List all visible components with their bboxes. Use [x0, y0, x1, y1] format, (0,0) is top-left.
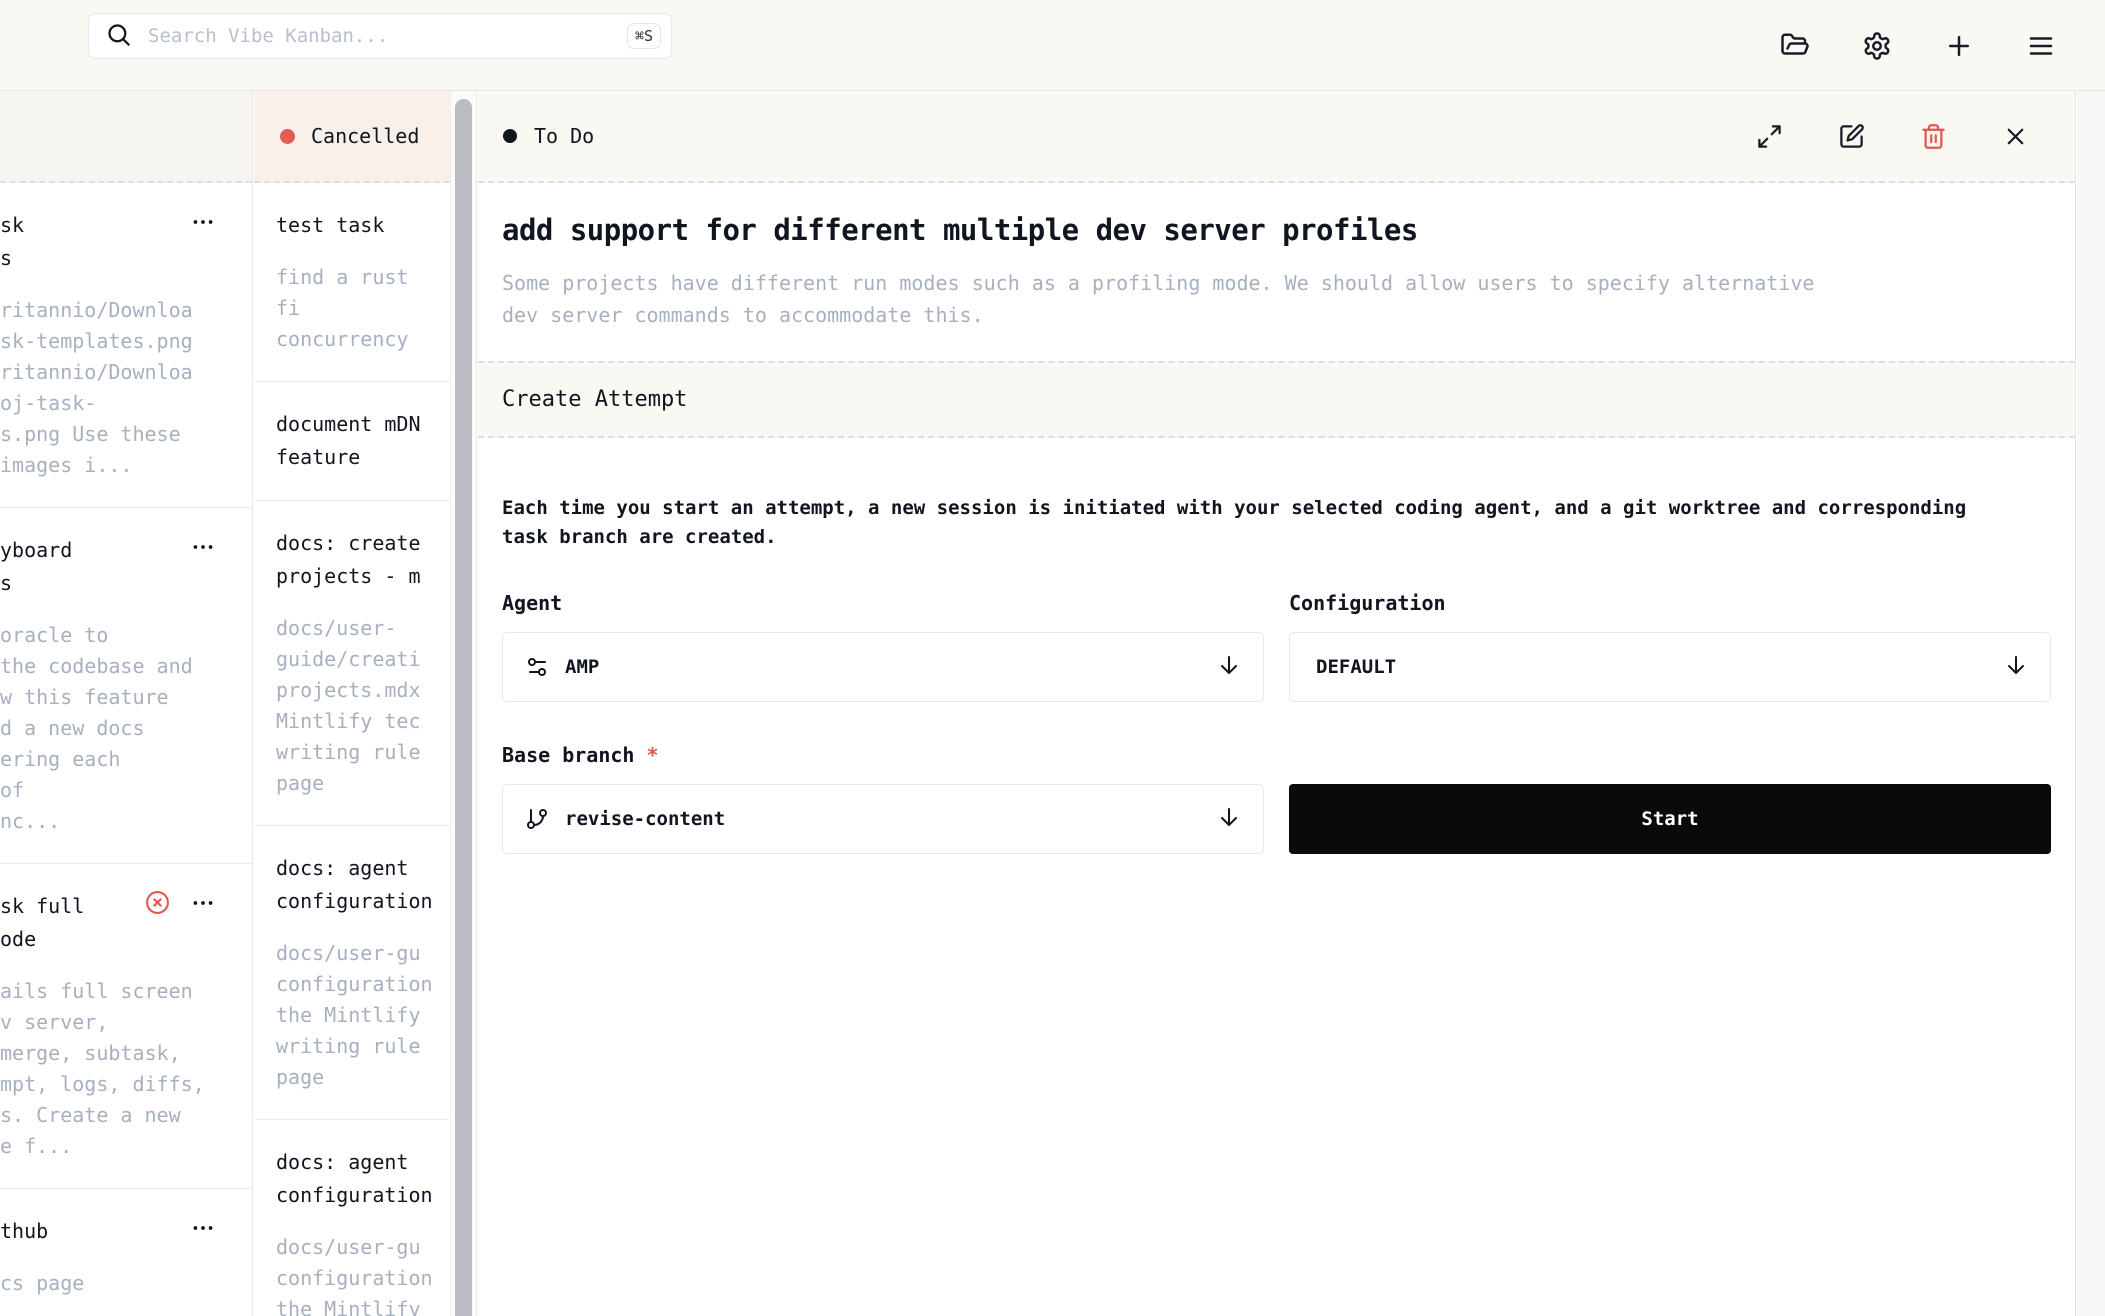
configuration-field: Configuration DEFAULT	[1289, 590, 2051, 702]
git-branch-icon	[527, 809, 547, 829]
edit-icon[interactable]	[1838, 123, 1865, 150]
task-detail-header: To Do	[478, 91, 2075, 183]
base-branch-field: Base branch * revise-content	[502, 742, 1264, 854]
task-card[interactable]: docs: create projects - m docs/user- gui…	[254, 501, 450, 826]
task-card[interactable]: sk s ritannio/Downloa sk-templates.png r…	[0, 183, 252, 508]
task-card-description: docs/user- guide/creati projects.mdx Min…	[276, 616, 421, 795]
task-description: Some projects have different run modes s…	[502, 271, 1815, 327]
cancelled-circle-x-icon	[145, 890, 170, 915]
more-options-icon[interactable]	[190, 890, 216, 916]
configuration-label: Configuration	[1289, 591, 1446, 615]
task-summary-section: add support for different multiple dev s…	[478, 183, 2075, 331]
required-asterisk: *	[646, 743, 659, 767]
search-icon	[105, 21, 132, 52]
more-options-icon[interactable]	[190, 534, 216, 560]
base-branch-select[interactable]: revise-content	[502, 784, 1264, 854]
configuration-select[interactable]: DEFAULT	[1289, 632, 2051, 702]
task-card-title: docs: agent configuration	[276, 1150, 433, 1207]
sliders-icon	[528, 658, 546, 676]
column-header-cancelled: Cancelled	[254, 91, 450, 183]
top-bar: ⌘S	[0, 0, 2105, 91]
base-branch-label: Base branch	[502, 743, 635, 767]
search-box[interactable]: ⌘S	[88, 13, 672, 59]
open-project-icon[interactable]	[1780, 31, 1810, 61]
more-options-icon[interactable]	[190, 1215, 216, 1241]
topbar-actions	[1780, 0, 2056, 91]
task-card[interactable]: test task find a rust fi concurrency	[254, 183, 450, 382]
column-scrollbar[interactable]	[450, 91, 477, 1316]
task-card-description: find a rust fi concurrency	[276, 265, 409, 351]
task-card-title: test task	[276, 213, 385, 237]
task-card[interactable]: document mDN feature	[254, 382, 450, 501]
chevron-down-icon	[2004, 653, 2028, 681]
delete-icon[interactable]	[1920, 123, 1947, 150]
task-status-label: To Do	[534, 124, 595, 148]
create-attempt-section: Each time you start an attempt, a new se…	[478, 438, 2075, 854]
cancelled-status-dot	[280, 128, 295, 144]
task-card-description: docs/user-gu configuration the Mintlify …	[276, 941, 433, 1089]
column-title: Cancelled	[311, 124, 420, 148]
chevron-down-icon	[1217, 805, 1241, 833]
task-card-description: ritannio/Downloa sk-templates.png ritann…	[0, 298, 193, 477]
kanban-column-cancelled: Cancelled test task find a rust fi concu…	[254, 91, 450, 1316]
app-window: ⌘S sk s ritannio/Downloa sk-templates	[0, 0, 2105, 1316]
task-card-description: cs page	[0, 1271, 85, 1295]
task-card-description: docs/user-gu configuration the Mintlify …	[276, 1235, 433, 1316]
task-title: add support for different multiple dev s…	[502, 213, 1418, 247]
scrollbar-thumb[interactable]	[455, 99, 472, 1316]
agent-value: AMP	[565, 656, 600, 678]
task-card[interactable]: docs: agent configuration docs/user-gu c…	[254, 1120, 450, 1316]
panel-right-gutter	[2077, 91, 2105, 1316]
create-attempt-heading: Create Attempt	[478, 361, 2075, 438]
kanban-column-left-clipped: sk s ritannio/Downloa sk-templates.png r…	[0, 91, 253, 1316]
menu-icon[interactable]	[2026, 31, 2056, 61]
add-icon[interactable]	[1944, 31, 1974, 61]
task-card-title: docs: agent configuration	[276, 856, 433, 913]
task-detail-actions	[1756, 123, 2029, 150]
settings-icon[interactable]	[1862, 31, 1892, 61]
task-card[interactable]: docs: agent configuration docs/user-gu c…	[254, 826, 450, 1120]
todo-status-dot	[503, 129, 517, 143]
agent-select[interactable]: AMP	[502, 632, 1264, 702]
search-shortcut-badge: ⌘S	[626, 23, 661, 49]
more-options-icon[interactable]	[190, 209, 216, 235]
start-button[interactable]: Start	[1289, 784, 2051, 854]
task-card-description: oracle to the codebase and w this featur…	[0, 623, 193, 833]
chevron-down-icon	[1217, 653, 1241, 681]
expand-icon[interactable]	[1756, 123, 1783, 150]
configuration-value: DEFAULT	[1316, 656, 1397, 678]
create-attempt-intro: Each time you start an attempt, a new se…	[502, 497, 1967, 548]
task-card-title: document mDN feature	[276, 412, 421, 469]
agent-field: Agent AMP	[502, 590, 1264, 702]
task-card-description: ails full screen v server, merge, subtas…	[0, 979, 205, 1158]
task-detail-panel: To Do add support for different multiple…	[478, 91, 2076, 1316]
base-branch-value: revise-content	[565, 808, 726, 830]
task-card[interactable]: yboard s oracle to the codebase and w th…	[0, 508, 252, 864]
task-card-title: docs: create projects - m	[276, 531, 421, 588]
agent-label: Agent	[502, 591, 563, 615]
column-header	[0, 91, 252, 183]
search-input[interactable]	[146, 24, 627, 48]
task-card[interactable]: sk full ode ails full screen v server, m…	[0, 864, 252, 1189]
task-card[interactable]: thub cs page	[0, 1189, 252, 1316]
close-icon[interactable]	[2002, 123, 2029, 150]
